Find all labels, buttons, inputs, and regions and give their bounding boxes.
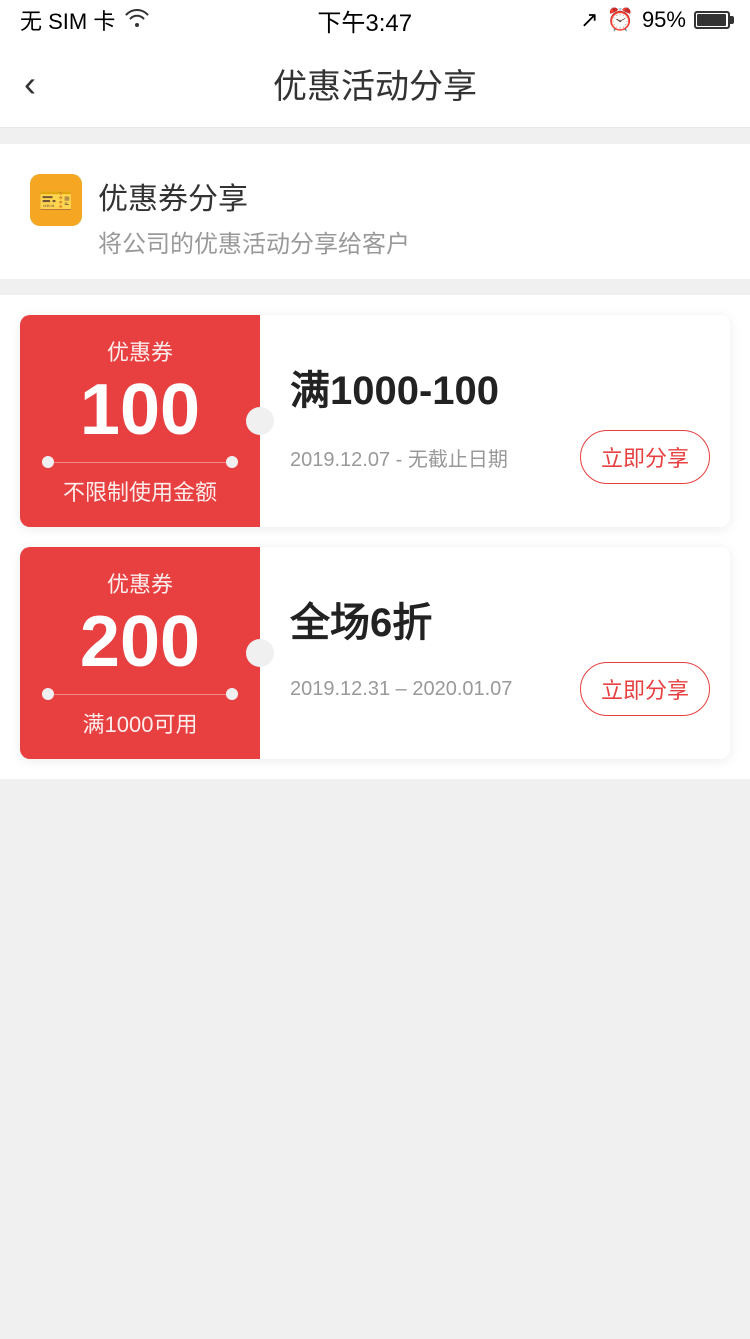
coupon-left-1: 优惠券 200 满1000可用	[20, 547, 260, 759]
carrier-label: 无 SIM 卡	[20, 4, 115, 36]
section-icon: 🎫	[30, 174, 82, 226]
status-left: 无 SIM 卡	[20, 4, 149, 36]
section-text-block: 优惠券分享 将公司的优惠活动分享给客户	[98, 174, 410, 259]
coupon-name-0: 满1000-100	[290, 358, 710, 416]
coupon-divider-1	[52, 694, 228, 695]
coupon-right-0: 满1000-100 2019.12.07 - 无截止日期 立即分享	[260, 315, 730, 527]
coupon-list: 优惠券 100 不限制使用金额 满1000-100 2019.12.07 - 无…	[0, 295, 750, 779]
share-button-1[interactable]: 立即分享	[580, 662, 710, 716]
page-title: 优惠活动分享	[273, 59, 477, 108]
alarm-icon: ⏰	[607, 7, 634, 33]
coupon-amount-1: 200	[80, 603, 200, 682]
coupon-right-1: 全场6折 2019.12.31 – 2020.01.07 立即分享	[260, 547, 730, 759]
coupon-name-1: 全场6折	[290, 590, 710, 648]
status-right: ↗ ⏰ 95%	[580, 7, 730, 33]
battery-percent: 95%	[642, 7, 686, 33]
section-title: 优惠券分享	[98, 174, 410, 218]
section-subtitle: 将公司的优惠活动分享给客户	[98, 224, 410, 259]
nav-bar: ‹ 优惠活动分享	[0, 40, 750, 128]
battery-icon	[694, 11, 730, 29]
back-button[interactable]: ‹	[24, 63, 36, 105]
coupon-amount-0: 100	[80, 371, 200, 450]
coupon-card: 优惠券 200 满1000可用 全场6折 2019.12.31 – 2020.0…	[20, 547, 730, 759]
coupon-card: 优惠券 100 不限制使用金额 满1000-100 2019.12.07 - 无…	[20, 315, 730, 527]
coupon-footer-1: 2019.12.31 – 2020.01.07 立即分享	[290, 662, 710, 716]
status-time: 下午3:47	[317, 3, 412, 38]
status-bar: 无 SIM 卡 下午3:47 ↗ ⏰ 95%	[0, 0, 750, 40]
share-button-0[interactable]: 立即分享	[580, 430, 710, 484]
coupon-left-0: 优惠券 100 不限制使用金额	[20, 315, 260, 527]
section-header: 🎫 优惠券分享 将公司的优惠活动分享给客户	[0, 144, 750, 279]
empty-area	[0, 779, 750, 1339]
coupon-date-0: 2019.12.07 - 无截止日期	[290, 443, 508, 472]
coupon-date-1: 2019.12.31 – 2020.01.07	[290, 678, 512, 701]
coupon-condition-1: 满1000可用	[83, 707, 198, 739]
location-icon: ↗	[580, 7, 598, 33]
wifi-icon	[125, 7, 149, 33]
coupon-type-0: 优惠券	[107, 335, 173, 367]
coupon-footer-0: 2019.12.07 - 无截止日期 立即分享	[290, 430, 710, 484]
coupon-type-1: 优惠券	[107, 567, 173, 599]
coupon-condition-0: 不限制使用金额	[63, 475, 217, 507]
coupon-divider-0	[52, 462, 228, 463]
